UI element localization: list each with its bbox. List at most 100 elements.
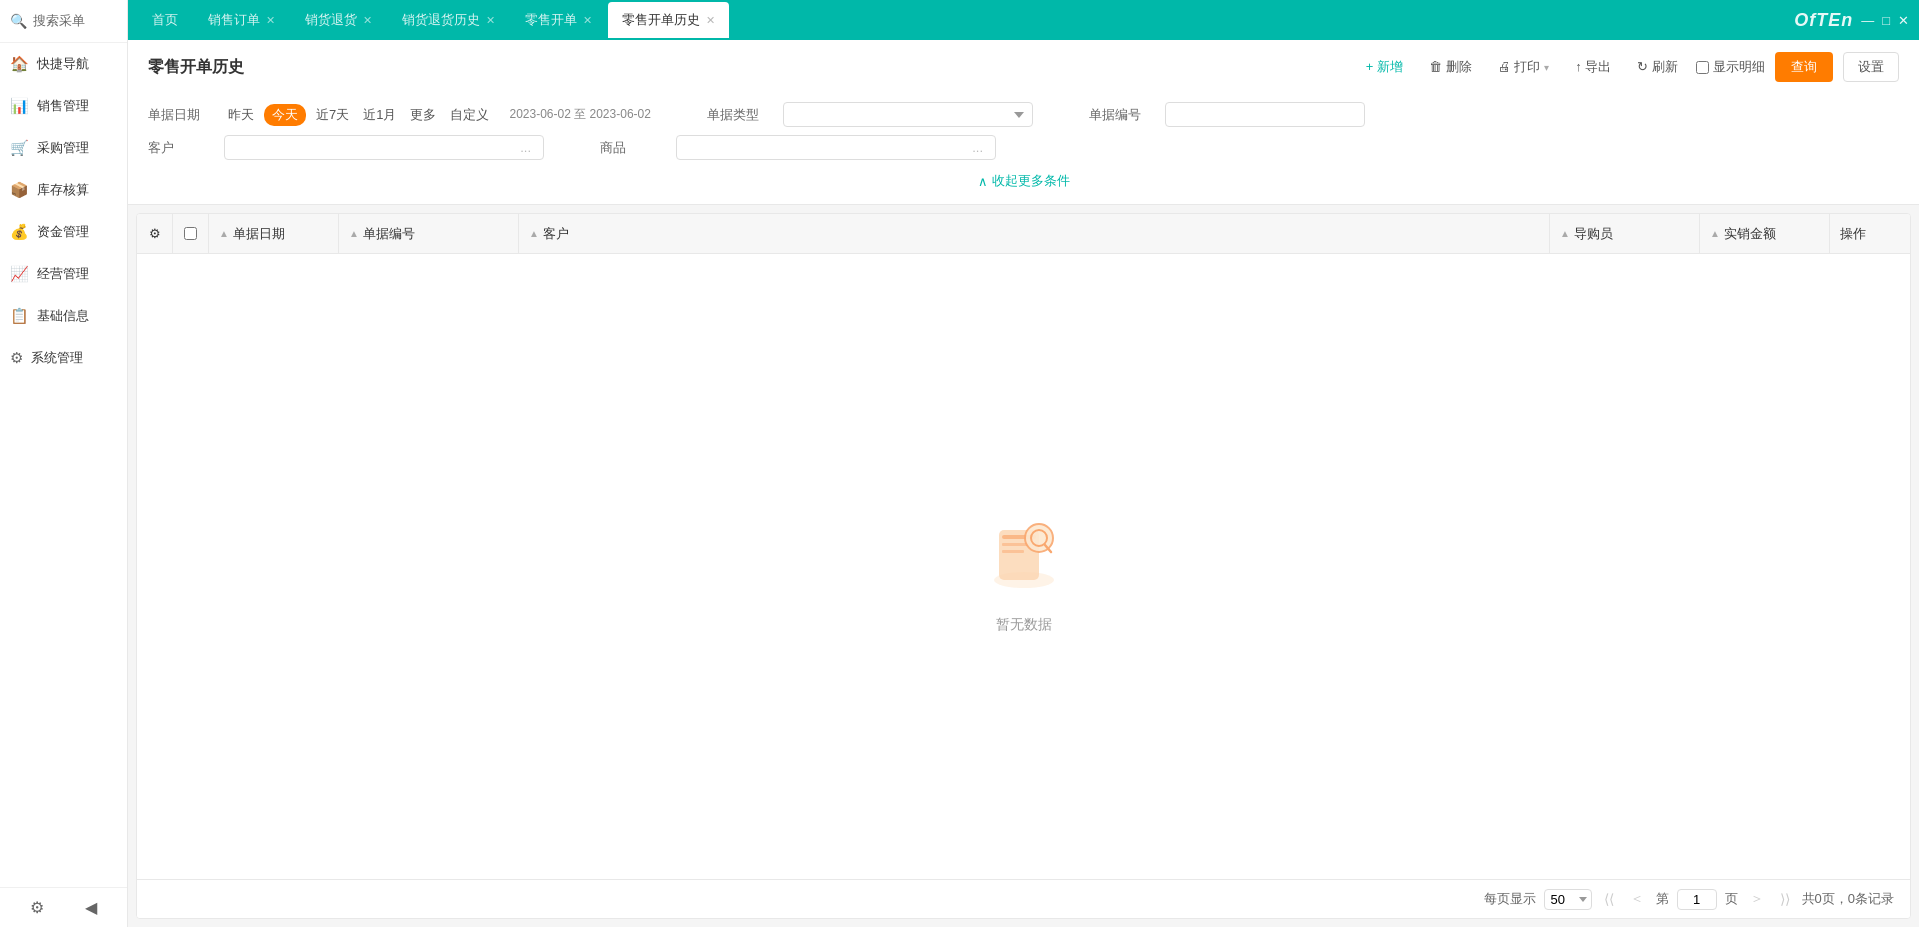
top-nav-end: OfTEn — □ ✕ bbox=[1794, 10, 1909, 31]
th-guide[interactable]: ▲ 导购员 bbox=[1550, 214, 1700, 253]
th-num[interactable]: ▲ 单据编号 bbox=[339, 214, 519, 253]
sidebar: 🔍 搜索采单 🏠 快捷导航 📊 销售管理 🛒 采购管理 📦 库存核算 💰 资金管… bbox=[0, 0, 128, 927]
th-customer[interactable]: ▲ 客户 bbox=[519, 214, 1550, 253]
sidebar-item-quick-nav[interactable]: 🏠 快捷导航 bbox=[0, 43, 127, 85]
sidebar-item-finance[interactable]: 💰 资金管理 bbox=[0, 211, 127, 253]
date-opt-7days[interactable]: 近7天 bbox=[312, 104, 353, 126]
table-wrap: ⚙ ▲ 单据日期 ▲ 单据编号 ▲ 客户 ▲ bbox=[136, 213, 1911, 919]
sidebar-item-label: 资金管理 bbox=[37, 223, 89, 241]
customer-filter-input[interactable] bbox=[233, 140, 516, 155]
empty-text: 暂无数据 bbox=[996, 616, 1052, 634]
footer-settings-icon[interactable]: ⚙ bbox=[30, 898, 44, 917]
last-page-btn[interactable]: ⟩⟩ bbox=[1776, 889, 1794, 909]
export-button[interactable]: ↑ 导出 bbox=[1567, 54, 1619, 80]
print-dropdown-icon[interactable]: ▾ bbox=[1544, 62, 1549, 73]
page-size-select[interactable]: 50 10 20 100 bbox=[1544, 889, 1592, 910]
sidebar-menu: 🏠 快捷导航 📊 销售管理 🛒 采购管理 📦 库存核算 💰 资金管理 📈 经营管… bbox=[0, 43, 127, 887]
window-close-icon[interactable]: ✕ bbox=[1898, 13, 1909, 28]
th-gear[interactable]: ⚙ bbox=[137, 214, 173, 253]
page-num-input[interactable] bbox=[1677, 889, 1717, 910]
display-toggle-checkbox[interactable] bbox=[1696, 61, 1709, 74]
sidebar-search[interactable]: 🔍 搜索采单 bbox=[0, 0, 127, 43]
sidebar-item-inventory[interactable]: 📦 库存核算 bbox=[0, 169, 127, 211]
next-page-btn[interactable]: ＞ bbox=[1746, 888, 1768, 910]
tab-sales-return-history-label: 销货退货历史 bbox=[402, 11, 480, 29]
goods-dots-icon[interactable]: ... bbox=[968, 140, 987, 155]
customer-dots-icon[interactable]: ... bbox=[516, 140, 535, 155]
footer-collapse-icon[interactable]: ◀ bbox=[85, 898, 97, 917]
sidebar-item-label: 经营管理 bbox=[37, 265, 89, 283]
tab-sales-return-history-close[interactable]: ✕ bbox=[486, 14, 495, 27]
print-button[interactable]: 🖨 打印 ▾ bbox=[1490, 54, 1558, 80]
th-date-label: 单据日期 bbox=[233, 225, 285, 243]
sidebar-item-ops-mgmt[interactable]: 📈 经营管理 bbox=[0, 253, 127, 295]
print-label: 🖨 打印 bbox=[1498, 58, 1541, 76]
date-filter-label: 单据日期 bbox=[148, 106, 208, 124]
th-action: 操作 bbox=[1830, 214, 1910, 253]
goods-filter-input[interactable] bbox=[685, 140, 968, 155]
add-label: + 新增 bbox=[1366, 58, 1403, 76]
date-opt-more[interactable]: 更多 bbox=[406, 104, 440, 126]
page-header: 零售开单历史 + 新增 🗑 删除 🖨 打印 ▾ ↑ 导出 bbox=[128, 40, 1919, 205]
tab-home[interactable]: 首页 bbox=[138, 2, 192, 38]
display-toggle[interactable]: 显示明细 bbox=[1696, 58, 1765, 76]
num-filter-input[interactable] bbox=[1165, 102, 1365, 127]
date-opt-1month[interactable]: 近1月 bbox=[359, 104, 400, 126]
tab-sales-order-close[interactable]: ✕ bbox=[266, 14, 275, 27]
filter-more-toggle[interactable]: ∧ 收起更多条件 bbox=[148, 168, 1899, 194]
collapse-icon: ∧ bbox=[978, 174, 988, 189]
th-check[interactable] bbox=[173, 214, 209, 253]
tab-sales-return[interactable]: 销货退货 ✕ bbox=[291, 2, 386, 38]
chart-icon: 📊 bbox=[10, 97, 29, 115]
th-amount[interactable]: ▲ 实销金额 bbox=[1700, 214, 1830, 253]
first-page-btn[interactable]: ⟨⟨ bbox=[1600, 889, 1618, 909]
filter-more-label: 收起更多条件 bbox=[992, 172, 1070, 190]
date-opt-today[interactable]: 今天 bbox=[264, 104, 306, 126]
sidebar-item-sales-mgmt[interactable]: 📊 销售管理 bbox=[0, 85, 127, 127]
th-amount-label: 实销金额 bbox=[1724, 225, 1776, 243]
th-customer-label: 客户 bbox=[543, 225, 569, 243]
sidebar-item-basic-info[interactable]: 📋 基础信息 bbox=[0, 295, 127, 337]
date-opt-custom[interactable]: 自定义 bbox=[446, 104, 493, 126]
brand-name: OfTEn bbox=[1794, 10, 1853, 31]
top-nav: 首页 销售订单 ✕ 销货退货 ✕ 销货退货历史 ✕ 零售开单 ✕ 零售开单历史 … bbox=[128, 0, 1919, 40]
delete-button[interactable]: 🗑 删除 bbox=[1421, 54, 1480, 80]
select-all-checkbox[interactable] bbox=[184, 227, 197, 240]
sort-asc-icon5: ▲ bbox=[1710, 228, 1720, 239]
sidebar-item-label: 销售管理 bbox=[37, 97, 89, 115]
tab-retail-open-close[interactable]: ✕ bbox=[583, 14, 592, 27]
delete-label: 🗑 删除 bbox=[1429, 58, 1472, 76]
th-date[interactable]: ▲ 单据日期 bbox=[209, 214, 339, 253]
prev-page-btn[interactable]: ＜ bbox=[1626, 888, 1648, 910]
home-icon: 🏠 bbox=[10, 55, 29, 73]
gear-icon: ⚙ bbox=[10, 349, 23, 367]
date-options: 昨天 今天 近7天 近1月 更多 自定义 bbox=[224, 104, 493, 126]
add-button[interactable]: + 新增 bbox=[1358, 54, 1411, 80]
window-max-icon[interactable]: □ bbox=[1882, 13, 1890, 28]
main-area: 首页 销售订单 ✕ 销货退货 ✕ 销货退货历史 ✕ 零售开单 ✕ 零售开单历史 … bbox=[128, 0, 1919, 927]
tab-sales-return-close[interactable]: ✕ bbox=[363, 14, 372, 27]
tab-sales-return-history[interactable]: 销货退货历史 ✕ bbox=[388, 2, 509, 38]
refresh-button[interactable]: ↻ 刷新 bbox=[1629, 54, 1686, 80]
th-guide-label: 导购员 bbox=[1574, 225, 1613, 243]
sidebar-item-purchase-mgmt[interactable]: 🛒 采购管理 bbox=[0, 127, 127, 169]
sidebar-item-sys-mgmt[interactable]: ⚙ 系统管理 bbox=[0, 337, 127, 379]
date-opt-yesterday[interactable]: 昨天 bbox=[224, 104, 258, 126]
tab-sales-order[interactable]: 销售订单 ✕ bbox=[194, 2, 289, 38]
tab-retail-history[interactable]: 零售开单历史 ✕ bbox=[608, 2, 729, 38]
refresh-label: ↻ 刷新 bbox=[1637, 58, 1678, 76]
window-min-icon[interactable]: — bbox=[1861, 13, 1874, 28]
th-action-label: 操作 bbox=[1840, 225, 1866, 243]
settings-button[interactable]: 设置 bbox=[1843, 52, 1899, 82]
tab-retail-history-close[interactable]: ✕ bbox=[706, 14, 715, 27]
type-filter-select[interactable] bbox=[783, 102, 1033, 127]
date-range-display: 2023-06-02 至 2023-06-02 bbox=[509, 106, 650, 123]
tab-sales-return-label: 销货退货 bbox=[305, 11, 357, 29]
filter-section: 单据日期 昨天 今天 近7天 近1月 更多 自定义 2023-06-02 至 2… bbox=[148, 94, 1899, 204]
tab-retail-open[interactable]: 零售开单 ✕ bbox=[511, 2, 606, 38]
sort-asc-icon4: ▲ bbox=[1560, 228, 1570, 239]
tab-sales-order-label: 销售订单 bbox=[208, 11, 260, 29]
box-icon: 📦 bbox=[10, 181, 29, 199]
query-button[interactable]: 查询 bbox=[1775, 52, 1833, 82]
num-filter-label: 单据编号 bbox=[1089, 106, 1149, 124]
